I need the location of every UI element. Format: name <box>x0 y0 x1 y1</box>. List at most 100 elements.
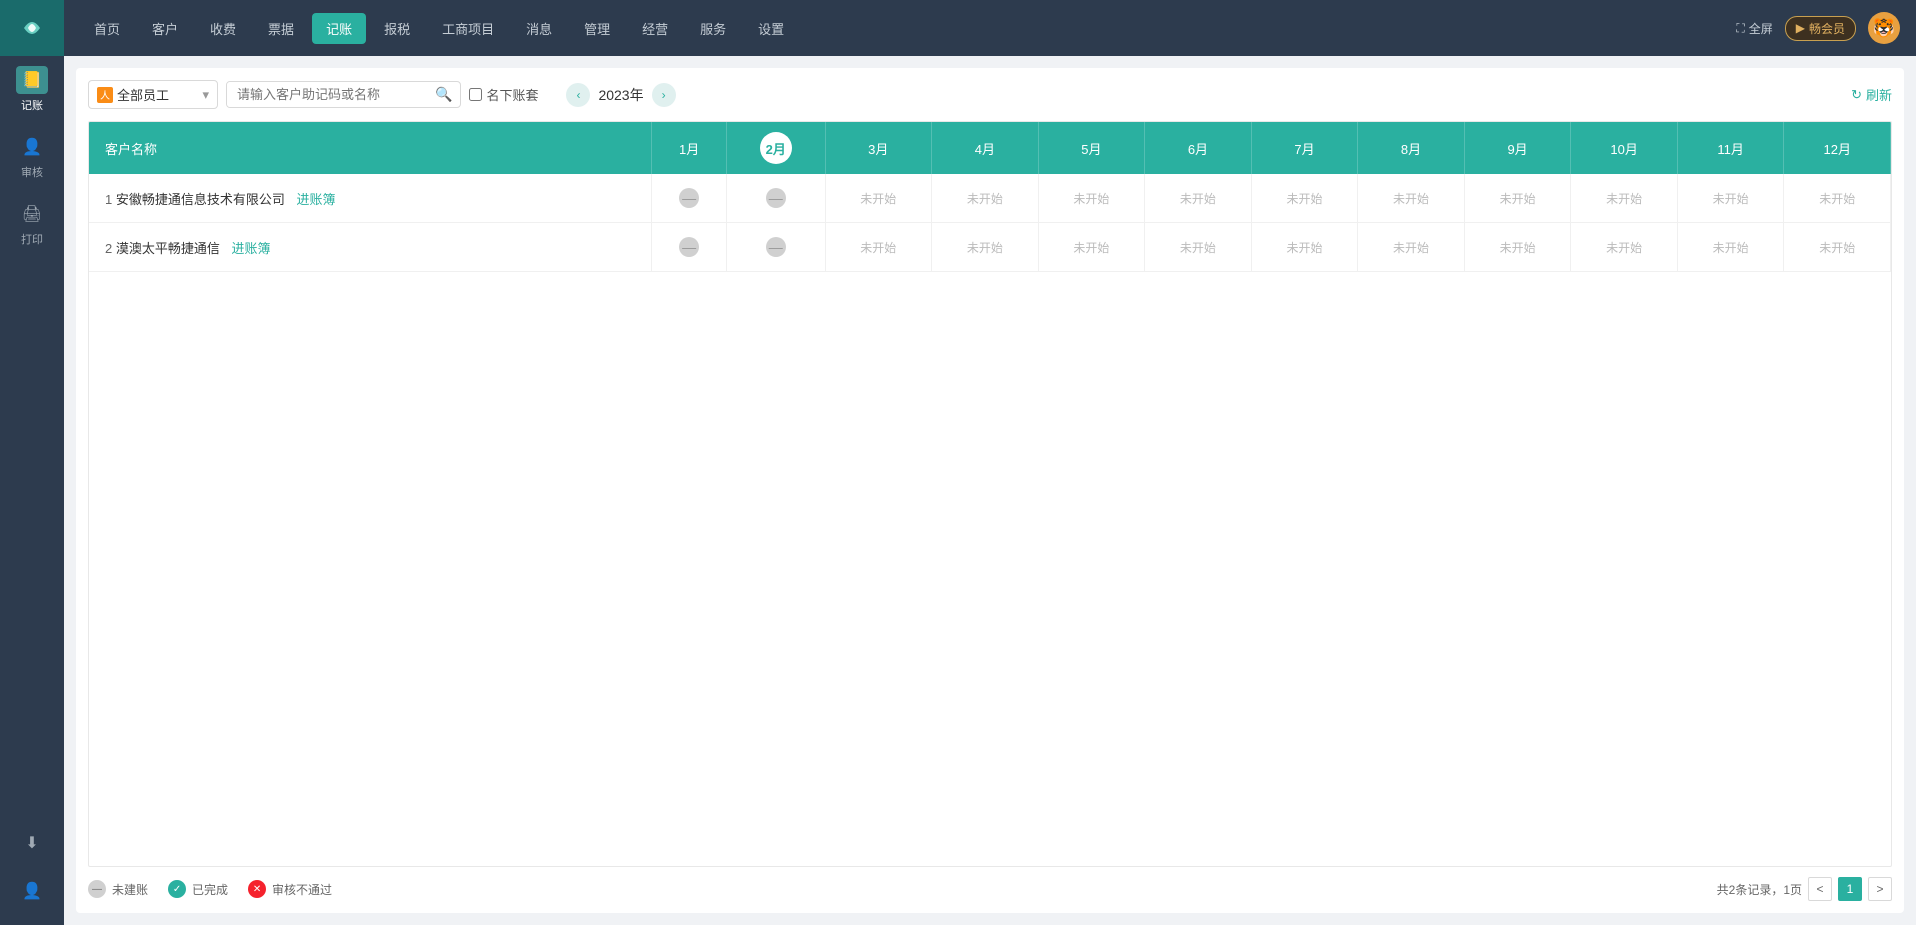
page-next-button[interactable]: > <box>1868 877 1892 901</box>
nav-invoice[interactable]: 票据 <box>254 13 308 44</box>
nav-home[interactable]: 首页 <box>80 13 134 44</box>
nav-tax[interactable]: 报税 <box>370 13 424 44</box>
my-accounts-checkbox[interactable] <box>469 88 482 101</box>
month-cell-4: 未开始 <box>932 223 1039 272</box>
nav-operation[interactable]: 经营 <box>628 13 682 44</box>
month-cell-10: 未开始 <box>1571 174 1678 223</box>
sidebar-item-bookkeeping[interactable]: 📒 记账 <box>0 56 64 123</box>
month-cell-9: 未开始 <box>1464 174 1571 223</box>
sidebar-item-review[interactable]: 👤 审核 <box>0 123 64 190</box>
month-cell-11: 未开始 <box>1677 174 1784 223</box>
print-icon: 🖨 <box>16 200 48 228</box>
legend-teal-dot: ✓ <box>168 880 186 898</box>
content: 人 全部员工 ▾ 🔍 名下账套 ‹ 2023年 › <box>64 56 1916 925</box>
status-not-started: 未开始 <box>1713 192 1749 206</box>
employee-select[interactable]: 人 全部员工 ▾ <box>88 80 218 109</box>
status-not-started: 未开始 <box>1286 241 1322 255</box>
status-not-started: 未开始 <box>1180 192 1216 206</box>
table-row: 2 漠澳太平畅捷通信 进账簿——未开始未开始未开始未开始未开始未开始未开始未开始… <box>89 223 1891 272</box>
refresh-button[interactable]: ↻ 刷新 <box>1851 85 1892 104</box>
search-button[interactable]: 🔍 <box>427 82 460 107</box>
col-header-m8: 8月 <box>1358 122 1465 174</box>
status-not-started: 未开始 <box>860 192 896 206</box>
month-cell-10: 未开始 <box>1571 223 1678 272</box>
status-not-started: 未开始 <box>1500 192 1536 206</box>
my-accounts-checkbox-label[interactable]: 名下账套 <box>469 85 538 104</box>
month-cell-6: 未开始 <box>1145 223 1252 272</box>
col-header-m2: 2月 <box>727 122 825 174</box>
page-prev-button[interactable]: < <box>1808 877 1832 901</box>
month-cell-4: 未开始 <box>932 174 1039 223</box>
enter-ledger-link[interactable]: 进账簿 <box>232 241 271 256</box>
page-1-button[interactable]: 1 <box>1838 877 1862 901</box>
year-nav: ‹ 2023年 › <box>566 83 675 107</box>
month-cell-9: 未开始 <box>1464 223 1571 272</box>
month-cell-5: 未开始 <box>1038 174 1145 223</box>
col-header-m9: 9月 <box>1464 122 1571 174</box>
search-wrap: 🔍 <box>226 81 461 108</box>
status-circle-icon: — <box>679 188 699 208</box>
review-icon: 👤 <box>16 133 48 161</box>
refresh-icon: ↻ <box>1851 87 1862 103</box>
nav-service[interactable]: 服务 <box>686 13 740 44</box>
status-not-started: 未开始 <box>967 241 1003 255</box>
bookkeeping-icon: 📒 <box>16 66 48 94</box>
row-number: 1 <box>105 192 112 207</box>
col-header-m12: 12月 <box>1784 122 1891 174</box>
main-table: 客户名称 1月 2月 3月 4月 5月 6月 7月 8月 9月 10月 11月 <box>89 122 1891 272</box>
status-not-started: 未开始 <box>1819 241 1855 255</box>
nav-settings[interactable]: 设置 <box>744 13 798 44</box>
status-circle-icon: — <box>766 237 786 257</box>
month-cell-8: 未开始 <box>1358 174 1465 223</box>
search-input[interactable] <box>227 82 427 107</box>
status-not-started: 未开始 <box>1073 241 1109 255</box>
status-not-started: 未开始 <box>1713 241 1749 255</box>
enter-ledger-link[interactable]: 进账簿 <box>297 192 336 207</box>
status-not-started: 未开始 <box>1180 241 1216 255</box>
nav-right: ⛶ 全屏 ▶ 畅会员 🐯 <box>1736 12 1900 44</box>
nav-billing[interactable]: 收费 <box>196 13 250 44</box>
nav-message[interactable]: 消息 <box>512 13 566 44</box>
sidebar-item-user[interactable]: 👤 <box>0 867 64 915</box>
vip-icon: ▶ <box>1796 21 1805 35</box>
fullscreen-button[interactable]: ⛶ 全屏 <box>1736 20 1772 37</box>
pagination-total: 共2条记录，1页 <box>1717 881 1802 898</box>
status-not-started: 未开始 <box>1606 241 1642 255</box>
top-nav: 首页 客户 收费 票据 记账 报税 工商项目 消息 管理 经营 服务 设置 ⛶ … <box>64 0 1916 56</box>
month-cell-3: 未开始 <box>825 174 932 223</box>
month-cell-7: 未开始 <box>1251 223 1358 272</box>
customer-name: 安徽畅捷通信息技术有限公司 <box>116 192 285 207</box>
year-label: 2023年 <box>598 85 643 105</box>
status-circle-icon: — <box>766 188 786 208</box>
nav-customer[interactable]: 客户 <box>138 13 192 44</box>
avatar[interactable]: 🐯 <box>1868 12 1900 44</box>
dropdown-arrow-icon: ▾ <box>202 87 209 103</box>
month-cell-3: 未开始 <box>825 223 932 272</box>
status-not-started: 未开始 <box>1819 192 1855 206</box>
main-area: 首页 客户 收费 票据 记账 报税 工商项目 消息 管理 经营 服务 设置 ⛶ … <box>64 0 1916 925</box>
year-next-button[interactable]: › <box>652 83 676 107</box>
nav-business[interactable]: 工商项目 <box>428 13 508 44</box>
table-row: 1 安徽畅捷通信息技术有限公司 进账簿 — — 未开始 未开始 未开始 未开始 未开始 未开始 未… <box>89 174 1891 223</box>
sidebar-item-print[interactable]: 🖨 打印 <box>0 190 64 257</box>
toolbar: 人 全部员工 ▾ 🔍 名下账套 ‹ 2023年 › <box>88 80 1892 109</box>
col-header-m3: 3月 <box>825 122 932 174</box>
status-not-started: 未开始 <box>1500 241 1536 255</box>
legend-red-dot: ✕ <box>248 880 266 898</box>
col-header-m1: 1月 <box>652 122 727 174</box>
year-prev-button[interactable]: ‹ <box>566 83 590 107</box>
month-cell-2: — <box>727 223 825 272</box>
logo <box>0 0 64 56</box>
status-not-started: 未开始 <box>967 192 1003 206</box>
customer-name-cell: 1 安徽畅捷通信息技术有限公司 进账簿 <box>89 174 652 223</box>
sidebar-item-download[interactable]: ⬇ <box>0 819 64 867</box>
legend-rejected: ✕ 审核不通过 <box>248 880 332 898</box>
month-cell-5: 未开始 <box>1038 223 1145 272</box>
table-wrap: 客户名称 1月 2月 3月 4月 5月 6月 7月 8月 9月 10月 11月 <box>88 121 1892 867</box>
col-header-m10: 10月 <box>1571 122 1678 174</box>
col-header-m4: 4月 <box>932 122 1039 174</box>
vip-button[interactable]: ▶ 畅会员 <box>1785 16 1856 41</box>
status-not-started: 未开始 <box>1606 192 1642 206</box>
nav-manage[interactable]: 管理 <box>570 13 624 44</box>
nav-bookkeeping[interactable]: 记账 <box>312 13 366 44</box>
